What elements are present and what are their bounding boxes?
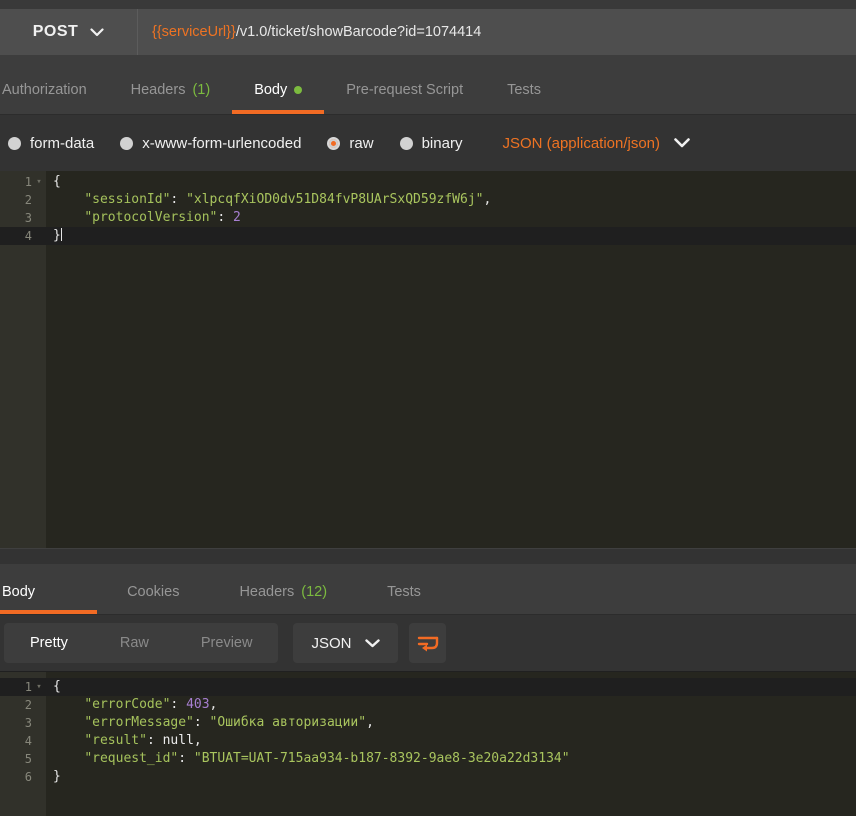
code-text: { bbox=[53, 174, 61, 189]
view-mode-control: Pretty Raw Preview bbox=[4, 623, 279, 663]
code-text: "result": null, bbox=[84, 733, 202, 748]
mode-raw[interactable]: raw bbox=[327, 135, 374, 152]
wrap-text-button[interactable] bbox=[409, 623, 447, 663]
code-text: "errorMessage": "Ошибка авторизации", bbox=[84, 715, 374, 730]
code-text: "protocolVersion": 2 bbox=[84, 210, 241, 225]
method-label: POST bbox=[32, 23, 79, 40]
mode-form-data[interactable]: form-data bbox=[8, 135, 94, 152]
editor-line[interactable]: 5 "request_id": "BTUAT=UAT-715aa934-b187… bbox=[0, 750, 856, 768]
fold-arrow-icon[interactable]: ▾ bbox=[32, 678, 46, 696]
radio-icon bbox=[8, 136, 21, 150]
line-number-gutter: 3 bbox=[24, 211, 32, 225]
code-text: } bbox=[53, 769, 61, 784]
chevron-down-icon bbox=[365, 638, 381, 647]
radio-icon bbox=[399, 136, 413, 150]
editor-line[interactable]: 1 ▾ { bbox=[0, 173, 856, 191]
response-tab-cookies[interactable]: Cookies bbox=[97, 584, 209, 614]
url-path: /v1.0/ticket/showBarcode?id=1074414 bbox=[235, 24, 482, 40]
code-text: "sessionId": "xlpcqfXiOD0dv51D84fvP8UArS… bbox=[84, 192, 492, 207]
code-text: { bbox=[53, 679, 61, 694]
tab-tests[interactable]: Tests bbox=[485, 82, 563, 114]
line-number-gutter: 3 bbox=[24, 716, 32, 730]
response-tab-body[interactable]: Body bbox=[0, 584, 98, 614]
pane-splitter[interactable] bbox=[0, 548, 856, 564]
tab-headers[interactable]: Headers (1) bbox=[109, 82, 233, 114]
editor-line[interactable]: 4 "result": null, bbox=[0, 732, 856, 750]
method-dropdown[interactable]: POST bbox=[0, 9, 138, 55]
url-variable: {{serviceUrl}} bbox=[152, 24, 236, 40]
radio-selected-icon bbox=[327, 136, 341, 150]
wrap-text-icon bbox=[417, 636, 439, 651]
response-toolbar: Pretty Raw Preview JSON bbox=[0, 614, 856, 672]
window-top-strip bbox=[0, 0, 856, 9]
fold-arrow-icon[interactable]: ▾ bbox=[32, 173, 46, 191]
response-tab-tests[interactable]: Tests bbox=[357, 584, 451, 614]
line-number-gutter: 1 ▾ bbox=[0, 678, 46, 696]
tab-pre-request-script[interactable]: Pre-request Script bbox=[324, 82, 485, 114]
editor-line[interactable]: 1 ▾ { bbox=[0, 678, 856, 696]
line-number-gutter: 6 bbox=[24, 770, 32, 784]
line-number-gutter: 2 bbox=[24, 193, 32, 207]
mode-x-www-form-urlencoded[interactable]: x-www-form-urlencoded bbox=[120, 135, 301, 152]
chevron-down-icon bbox=[674, 138, 690, 148]
headers-count-badge: (1) bbox=[192, 82, 211, 98]
code-text: "request_id": "BTUAT=UAT-715aa934-b187-8… bbox=[84, 751, 570, 766]
editor-line[interactable]: 3 "errorMessage": "Ошибка авторизации", bbox=[0, 714, 856, 732]
request-url-bar: POST {{serviceUrl}}/v1.0/ticket/showBarc… bbox=[0, 9, 856, 55]
view-pretty-button[interactable]: Pretty bbox=[4, 635, 94, 651]
response-tabs: Body Cookies Headers (12) Tests bbox=[0, 564, 856, 614]
editor-line[interactable]: 3 "protocolVersion": 2 bbox=[0, 209, 856, 227]
view-preview-button[interactable]: Preview bbox=[175, 635, 279, 651]
editor-line[interactable]: 6} bbox=[0, 768, 856, 786]
response-tab-headers[interactable]: Headers (12) bbox=[209, 584, 357, 614]
code-text: "errorCode": 403, bbox=[84, 697, 218, 712]
chevron-down-icon bbox=[90, 27, 104, 36]
editor-line[interactable]: 2 "errorCode": 403, bbox=[0, 696, 856, 714]
response-headers-count-badge: (12) bbox=[301, 584, 328, 600]
line-number-gutter: 5 bbox=[24, 752, 32, 766]
request-body-editor[interactable]: 1 ▾ {2 "sessionId": "xlpcqfXiOD0dv51D84fvP… bbox=[0, 171, 856, 548]
view-raw-button[interactable]: Raw bbox=[94, 635, 175, 651]
mode-binary[interactable]: binary bbox=[399, 135, 462, 152]
response-body-editor[interactable]: 1 ▾{2 "errorCode": 403, 3 "errorMessage": … bbox=[0, 672, 856, 816]
line-number-gutter: 2 bbox=[24, 698, 32, 712]
editor-line[interactable]: 2 "sessionId": "xlpcqfXiOD0dv51D84fvP8UA… bbox=[0, 191, 856, 209]
line-number-gutter: 4 bbox=[0, 227, 46, 245]
line-number-gutter: 4 bbox=[24, 734, 32, 748]
text-cursor bbox=[60, 228, 63, 241]
content-type-dropdown[interactable]: JSON (application/json) bbox=[502, 135, 690, 152]
editor-line[interactable]: 4} bbox=[0, 227, 856, 245]
code-text: } bbox=[53, 228, 63, 243]
line-number-gutter: 1 ▾ bbox=[0, 173, 46, 191]
tab-authorization[interactable]: Authorization bbox=[0, 82, 109, 114]
body-content-dot-icon bbox=[294, 86, 303, 94]
body-mode-row: form-data x-www-form-urlencoded raw bina… bbox=[0, 115, 856, 171]
request-tabs: Authorization Headers (1) Body Pre-reque… bbox=[0, 55, 856, 115]
tab-body[interactable]: Body bbox=[232, 82, 325, 114]
response-format-dropdown[interactable]: JSON bbox=[293, 623, 399, 663]
url-input[interactable]: {{serviceUrl}}/v1.0/ticket/showBarcode?i… bbox=[138, 9, 856, 55]
radio-icon bbox=[120, 136, 134, 150]
postman-window: POST {{serviceUrl}}/v1.0/ticket/showBarc… bbox=[0, 0, 856, 816]
